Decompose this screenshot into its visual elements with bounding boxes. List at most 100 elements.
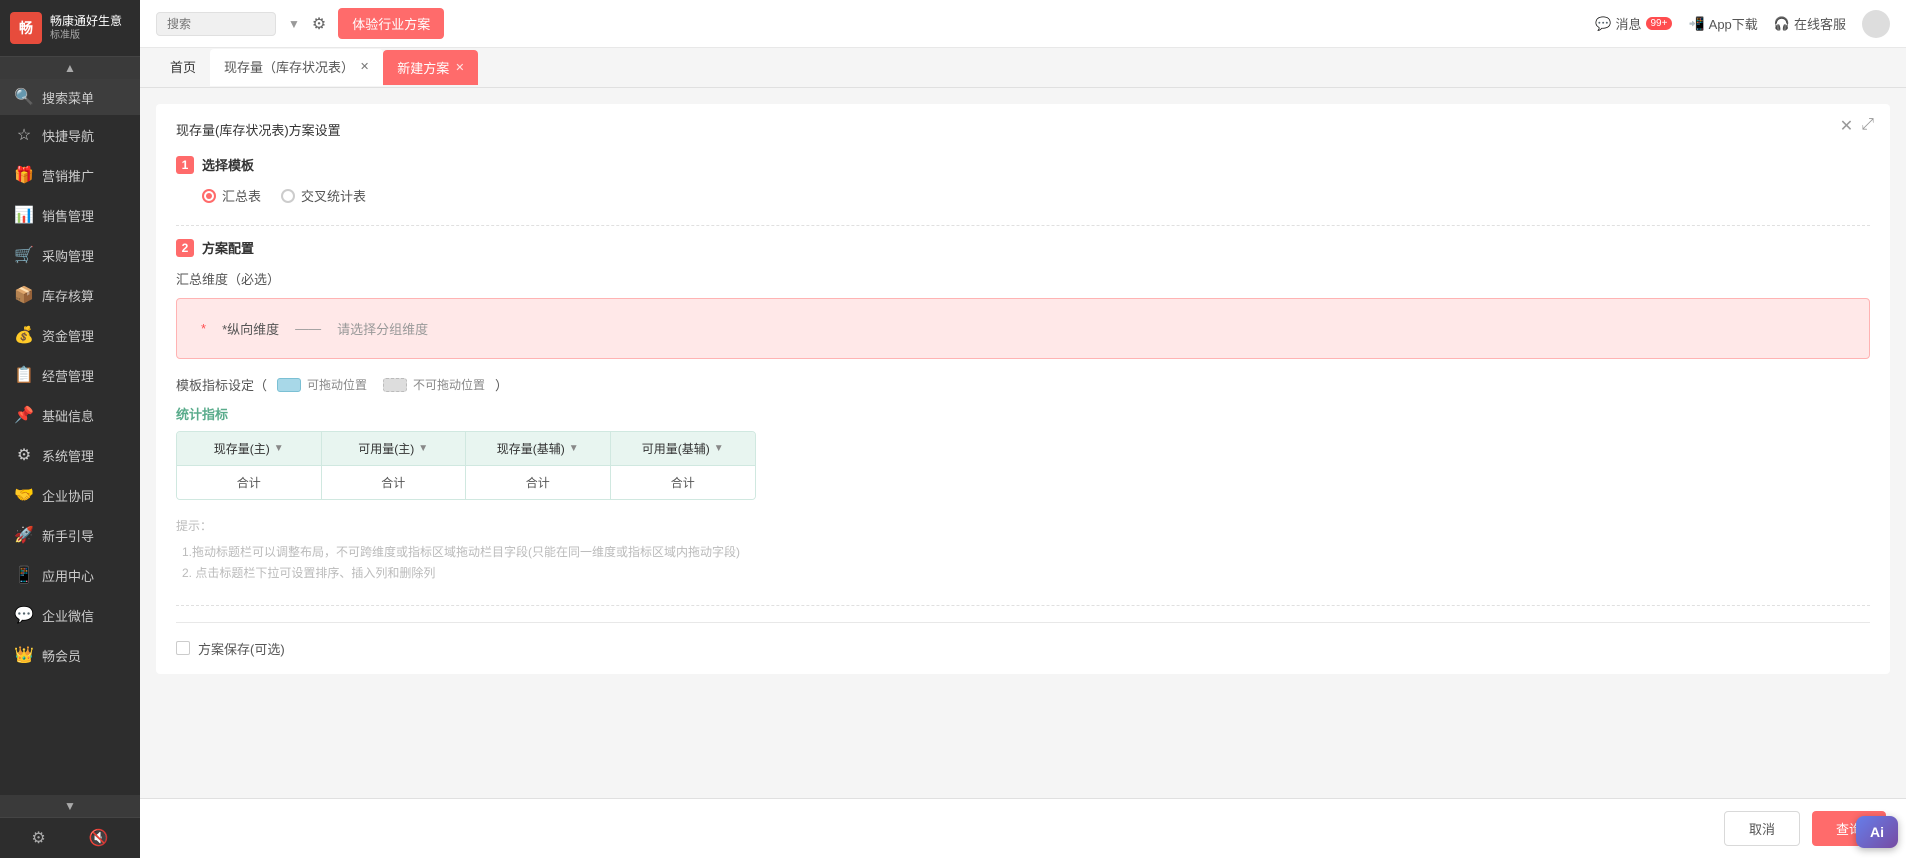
stats-label: 统计指标	[176, 404, 1870, 423]
sidebar-item-cooperation[interactable]: 🤝 企业协同	[0, 475, 140, 515]
operations-icon: 📋	[14, 365, 34, 385]
sidebar-footer: ⚙ 🔇	[0, 817, 140, 858]
sidebar-item-purchase[interactable]: 🛒 采购管理	[0, 235, 140, 275]
sidebar-item-quick-nav[interactable]: ☆ 快捷导航	[0, 115, 140, 155]
template-cross-radio[interactable]	[281, 189, 295, 203]
sidebar-item-app-center[interactable]: 📱 应用中心	[0, 555, 140, 595]
section1-header: 1 选择模板	[176, 155, 1870, 174]
save-label: 方案保存(可选)	[198, 639, 285, 658]
col1-dropdown-icon[interactable]: ▼	[274, 443, 284, 454]
section2-title: 方案配置	[202, 238, 254, 257]
tab-inventory-close-icon[interactable]: ✕	[360, 60, 369, 73]
wechat-icon: 💬	[14, 605, 34, 625]
cooperation-icon: 🤝	[14, 485, 34, 505]
headset-icon: 🎧	[1774, 16, 1790, 32]
section-divider-1	[176, 225, 1870, 226]
bottom-bar: 取消 查询	[140, 798, 1906, 858]
main-panel: ✕ ⤢ 现存量(库存状况表)方案设置 1 选择模板 汇总表 交叉统	[156, 104, 1890, 674]
stats-table-row-1: 合计 合计 合计 合计	[177, 465, 755, 499]
panel-close-icon[interactable]: ✕	[1840, 116, 1853, 136]
tip-2: 2. 点击标题栏下拉可设置排序、插入列和删除列	[176, 563, 1870, 585]
template-summary-radio[interactable]	[202, 189, 216, 203]
app-center-icon: 📱	[14, 565, 34, 585]
stats-col-1-header[interactable]: 现存量(主) ▼	[177, 432, 322, 465]
stats-col-2-header[interactable]: 可用量(主) ▼	[322, 432, 467, 465]
non-draggable-legend-box	[383, 378, 407, 392]
search-menu-icon: 🔍	[14, 87, 34, 107]
dim-dash: ——	[295, 321, 321, 336]
page-title: 现存量(库存状况表)方案设置	[176, 120, 1870, 139]
sidebar-sound-icon[interactable]: 🔇	[89, 828, 109, 848]
panel-expand-icon[interactable]: ⤢	[1861, 116, 1874, 136]
sidebar-item-system[interactable]: ⚙ 系统管理	[0, 435, 140, 475]
messages-icon: 💬	[1595, 16, 1611, 32]
member-icon: 👑	[14, 645, 34, 665]
main-area: ▼ ⚙ 体验行业方案 💬 消息 99+ 📲 App下载 🎧 在线客服 首页	[140, 0, 1906, 858]
new-guide-icon: 🚀	[14, 525, 34, 545]
app-icon: 📲	[1688, 16, 1704, 32]
section2-num: 2	[176, 239, 194, 257]
col3-dropdown-icon[interactable]: ▼	[569, 443, 579, 454]
sidebar-logo: 畅 畅康通好生意 标准版	[0, 0, 140, 57]
sidebar-item-finance[interactable]: 💰 资金管理	[0, 315, 140, 355]
panel-controls: ✕ ⤢	[1840, 116, 1874, 136]
sidebar-scroll-up[interactable]: ▲	[0, 57, 140, 79]
dimension-box: * *纵向维度 —— 请选择分组维度	[176, 298, 1870, 359]
stats-cell-1-2: 合计	[322, 466, 467, 499]
tab-new-scheme-close-icon[interactable]: ✕	[455, 61, 464, 74]
marketing-icon: 🎁	[14, 165, 34, 185]
cancel-button[interactable]: 取消	[1724, 811, 1800, 846]
tab-inventory-status[interactable]: 现存量（库存状况表） ✕	[210, 49, 383, 86]
sidebar-item-member[interactable]: 👑 畅会员	[0, 635, 140, 675]
quick-nav-icon: ☆	[14, 125, 34, 145]
dim-placeholder[interactable]: 请选择分组维度	[337, 319, 428, 338]
sidebar-item-wechat[interactable]: 💬 企业微信	[0, 595, 140, 635]
trial-industry-button[interactable]: 体验行业方案	[338, 8, 444, 39]
sidebar-item-marketing[interactable]: 🎁 营销推广	[0, 155, 140, 195]
messages-badge: 99+	[1646, 17, 1673, 30]
stats-cell-1-1: 合计	[177, 466, 322, 499]
legend-draggable: 可拖动位置	[277, 376, 367, 393]
topbar-settings-icon[interactable]: ⚙	[312, 14, 326, 34]
dim-label: 汇总维度（必选）	[176, 269, 1870, 288]
system-icon: ⚙	[14, 445, 34, 465]
sidebar-item-sales[interactable]: 📊 销售管理	[0, 195, 140, 235]
template-summary-option[interactable]: 汇总表	[202, 186, 261, 205]
tabbar: 首页 现存量（库存状况表） ✕ 新建方案 ✕	[140, 48, 1906, 88]
stats-cell-1-4: 合计	[611, 466, 756, 499]
topbar-dropdown-icon[interactable]: ▼	[288, 17, 300, 31]
ai-fab-button[interactable]: Ai	[1856, 816, 1898, 848]
tab-new-scheme[interactable]: 新建方案 ✕	[383, 50, 478, 85]
col2-dropdown-icon[interactable]: ▼	[418, 443, 428, 454]
col4-dropdown-icon[interactable]: ▼	[714, 443, 724, 454]
user-avatar[interactable]	[1862, 10, 1890, 38]
draggable-legend-box	[277, 378, 301, 392]
topbar-right: 💬 消息 99+ 📲 App下载 🎧 在线客服	[1595, 10, 1890, 38]
logo-icon: 畅	[10, 12, 42, 44]
save-checkbox[interactable]	[176, 641, 190, 655]
stats-col-4-header[interactable]: 可用量(基辅) ▼	[611, 432, 756, 465]
messages-item[interactable]: 💬 消息 99+	[1595, 14, 1672, 33]
sidebar-item-operations[interactable]: 📋 经营管理	[0, 355, 140, 395]
template-cross-option[interactable]: 交叉统计表	[281, 186, 366, 205]
save-option: 方案保存(可选)	[176, 622, 1870, 658]
tab-home[interactable]: 首页	[156, 49, 210, 86]
online-service-item[interactable]: 🎧 在线客服	[1774, 14, 1846, 33]
template-options: 汇总表 交叉统计表	[202, 186, 1870, 205]
section1-num: 1	[176, 156, 194, 174]
sidebar-item-inventory[interactable]: 📦 库存核算	[0, 275, 140, 315]
sidebar-scroll-down[interactable]: ▼	[0, 795, 140, 817]
sidebar-item-new-guide[interactable]: 🚀 新手引导	[0, 515, 140, 555]
section-divider-2	[176, 605, 1870, 606]
stats-col-3-header[interactable]: 现存量(基辅) ▼	[466, 432, 611, 465]
section-scheme-config: 2 方案配置 汇总维度（必选） * *纵向维度 —— 请选择分组维度 模板指标设…	[176, 238, 1870, 585]
content-area: ✕ ⤢ 现存量(库存状况表)方案设置 1 选择模板 汇总表 交叉统	[140, 88, 1906, 798]
app-download-item[interactable]: 📲 App下载	[1688, 14, 1757, 33]
legend-non-draggable: 不可拖动位置	[383, 376, 485, 393]
basic-info-icon: 📌	[14, 405, 34, 425]
dim-required-label: *	[201, 321, 206, 336]
topbar-search-input[interactable]	[156, 12, 276, 36]
sidebar-settings-icon[interactable]: ⚙	[31, 828, 45, 848]
sidebar-item-basic-info[interactable]: 📌 基础信息	[0, 395, 140, 435]
sidebar-item-search-menu[interactable]: 🔍 搜索菜单	[0, 79, 140, 115]
